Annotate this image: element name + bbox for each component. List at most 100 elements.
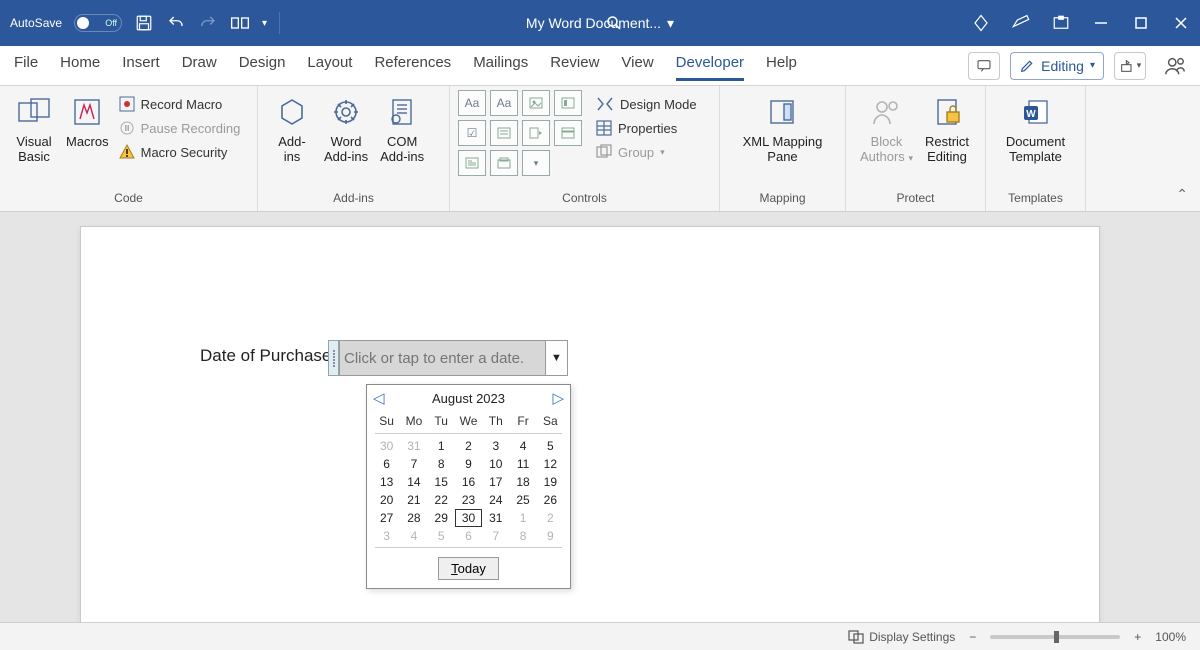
calendar-day[interactable]: 10 — [482, 455, 509, 473]
zoom-level[interactable]: 100% — [1155, 630, 1186, 644]
date-input[interactable] — [339, 340, 546, 376]
document-title[interactable]: My Word Document... ▾ — [526, 15, 674, 32]
calendar-day[interactable]: 30 — [455, 509, 482, 527]
calendar-today-button[interactable]: Today — [438, 557, 499, 580]
autosave-toggle[interactable]: Off — [74, 14, 122, 32]
editing-mode-button[interactable]: Editing▾ — [1010, 52, 1104, 80]
properties-button[interactable]: Properties — [596, 120, 697, 136]
maximize-button[interactable] — [1132, 14, 1150, 32]
visual-basic-button[interactable]: Visual Basic — [8, 90, 60, 168]
brush-icon[interactable] — [1012, 14, 1030, 32]
controls-gallery[interactable]: AaAa ☑ ▾ — [458, 90, 582, 176]
page[interactable] — [80, 226, 1100, 622]
calendar-day[interactable]: 2 — [537, 509, 564, 527]
calendar-day[interactable]: 31 — [400, 437, 427, 455]
calendar-day[interactable]: 3 — [482, 437, 509, 455]
calendar-day[interactable]: 2 — [455, 437, 482, 455]
display-settings-button[interactable]: Display Settings — [848, 630, 955, 644]
calendar-day[interactable]: 9 — [537, 527, 564, 545]
calendar-day[interactable]: 28 — [400, 509, 427, 527]
record-macro-button[interactable]: Record Macro — [119, 96, 241, 112]
calendar-day[interactable]: 9 — [455, 455, 482, 473]
calendar-day[interactable]: 6 — [373, 455, 400, 473]
tab-file[interactable]: File — [14, 50, 38, 81]
tab-mailings[interactable]: Mailings — [473, 50, 528, 81]
share-button[interactable]: ▾ — [1114, 52, 1146, 80]
addins-button[interactable]: Add- ins — [266, 90, 318, 168]
tab-insert[interactable]: Insert — [122, 50, 160, 81]
calendar-day[interactable]: 14 — [400, 473, 427, 491]
zoom-out-button[interactable]: − — [969, 630, 976, 644]
macros-button[interactable]: Macros — [60, 90, 115, 153]
calendar-day[interactable]: 5 — [537, 437, 564, 455]
calendar-day[interactable]: 15 — [428, 473, 455, 491]
calendar-day[interactable]: 22 — [428, 491, 455, 509]
minimize-button[interactable] — [1092, 14, 1110, 32]
com-addins-button[interactable]: COM Add-ins — [374, 90, 430, 168]
tab-references[interactable]: References — [374, 50, 451, 81]
comments-button[interactable] — [968, 52, 1000, 80]
tab-help[interactable]: Help — [766, 50, 797, 81]
redo-icon[interactable] — [198, 13, 218, 33]
calendar-day[interactable]: 16 — [455, 473, 482, 491]
calendar-day[interactable]: 31 — [482, 509, 509, 527]
calendar-day[interactable]: 23 — [455, 491, 482, 509]
calendar-day[interactable]: 17 — [482, 473, 509, 491]
collapse-ribbon-icon[interactable]: ⌃ — [1176, 186, 1188, 203]
document-template-button[interactable]: WDocument Template — [1000, 90, 1071, 168]
calendar-day[interactable]: 19 — [537, 473, 564, 491]
calendar-day[interactable]: 4 — [400, 527, 427, 545]
calendar-day[interactable]: 29 — [428, 509, 455, 527]
search-icon[interactable] — [604, 13, 624, 33]
word-addins-button[interactable]: Word Add-ins — [318, 90, 374, 168]
calendar-day[interactable]: 25 — [509, 491, 536, 509]
calendar-day[interactable]: 7 — [482, 527, 509, 545]
calendar-day[interactable]: 18 — [509, 473, 536, 491]
calendar-day[interactable]: 4 — [509, 437, 536, 455]
calendar-day[interactable]: 30 — [373, 437, 400, 455]
calendar-day[interactable]: 1 — [509, 509, 536, 527]
calendar-prev-button[interactable]: ◁ — [373, 389, 385, 407]
calendar-day[interactable]: 3 — [373, 527, 400, 545]
calendar-day[interactable]: 11 — [509, 455, 536, 473]
save-icon[interactable] — [134, 13, 154, 33]
close-button[interactable] — [1172, 14, 1190, 32]
calendar-day[interactable]: 26 — [537, 491, 564, 509]
tab-developer[interactable]: Developer — [676, 50, 744, 81]
diamond-icon[interactable] — [972, 14, 990, 32]
calendar-day[interactable]: 21 — [400, 491, 427, 509]
calendar-day[interactable]: 27 — [373, 509, 400, 527]
tab-home[interactable]: Home — [60, 50, 100, 81]
tab-draw[interactable]: Draw — [182, 50, 217, 81]
undo-icon[interactable] — [166, 13, 186, 33]
xml-mapping-pane-button[interactable]: XML Mapping Pane — [737, 90, 829, 168]
design-mode-button[interactable]: Design Mode — [596, 96, 697, 112]
date-picker-control[interactable]: ▼ — [328, 340, 568, 376]
group-button[interactable]: Group▾ — [596, 144, 697, 160]
calendar-day[interactable]: 20 — [373, 491, 400, 509]
calendar-day[interactable]: 12 — [537, 455, 564, 473]
account-icon[interactable] — [1164, 55, 1186, 77]
fullscreen-icon[interactable] — [1052, 14, 1070, 32]
tab-review[interactable]: Review — [550, 50, 599, 81]
tab-design[interactable]: Design — [239, 50, 286, 81]
calendar-day[interactable]: 5 — [428, 527, 455, 545]
control-handle[interactable] — [328, 340, 339, 376]
calendar-day[interactable]: 6 — [455, 527, 482, 545]
zoom-in-button[interactable]: + — [1134, 630, 1141, 644]
calendar-day[interactable]: 8 — [509, 527, 536, 545]
calendar-month-label[interactable]: August 2023 — [432, 391, 505, 406]
calendar-day[interactable]: 8 — [428, 455, 455, 473]
restrict-editing-button[interactable]: Restrict Editing — [919, 90, 975, 168]
customize-qat-icon[interactable] — [230, 13, 250, 33]
macro-security-button[interactable]: Macro Security — [119, 144, 241, 160]
date-dropdown-button[interactable]: ▼ — [546, 340, 568, 376]
calendar-day[interactable]: 1 — [428, 437, 455, 455]
tab-view[interactable]: View — [621, 50, 653, 81]
calendar-day[interactable]: 13 — [373, 473, 400, 491]
calendar-day[interactable]: 7 — [400, 455, 427, 473]
tab-layout[interactable]: Layout — [307, 50, 352, 81]
calendar-next-button[interactable]: ▷ — [552, 389, 564, 407]
zoom-slider[interactable] — [990, 635, 1120, 639]
calendar-day[interactable]: 24 — [482, 491, 509, 509]
